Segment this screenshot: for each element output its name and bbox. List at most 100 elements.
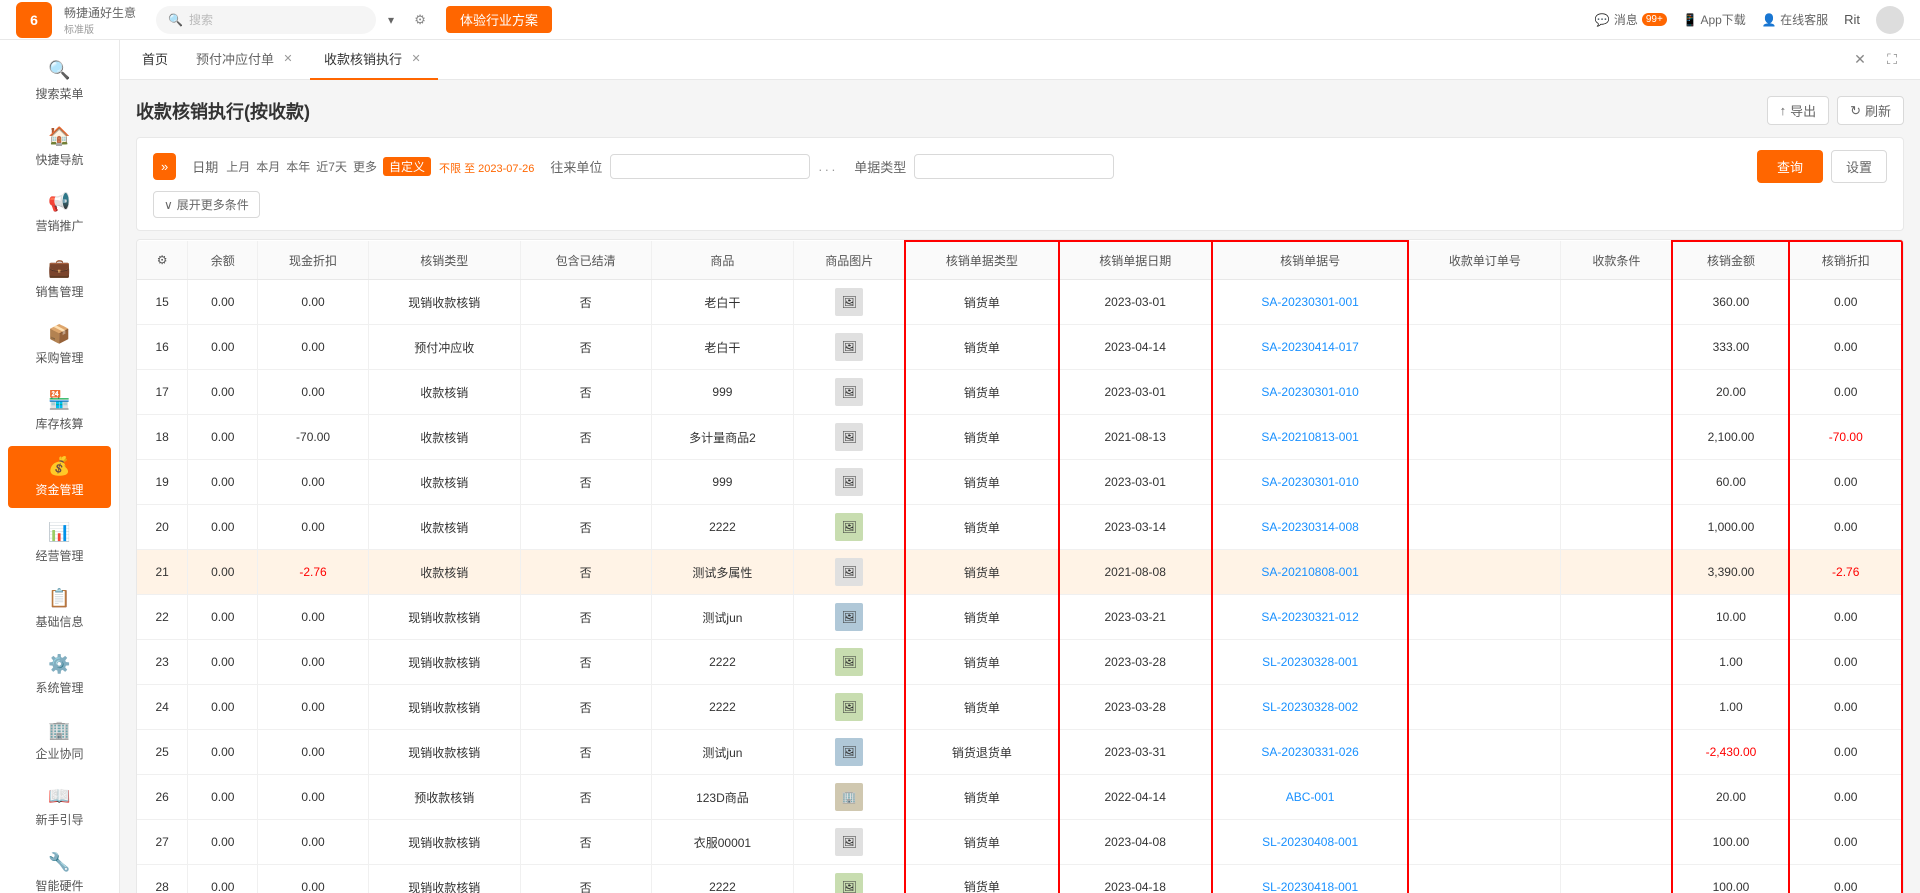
cell-goods-img: 🖼 bbox=[794, 325, 906, 370]
cell-goods: 999 bbox=[651, 460, 794, 505]
cell-goods-img: 🖼 bbox=[794, 685, 906, 730]
cell-writeoff-discount: 0.00 bbox=[1789, 775, 1902, 820]
sidebar: 🔍 搜索菜单 🏠 快捷导航 📢 营销推广 💼 销售管理 📦 采购管理 🏪 库存核… bbox=[0, 40, 120, 893]
settings-icon[interactable]: ⚙ bbox=[406, 6, 434, 34]
tab-collection-close[interactable]: ✕ bbox=[408, 51, 424, 67]
date-prev-month[interactable]: 上月 bbox=[226, 158, 250, 175]
cell-writeoff-type: 现销收款核销 bbox=[368, 640, 520, 685]
cell-bill-no: ABC-001 bbox=[1212, 775, 1409, 820]
cell-bill-date: 2023-03-01 bbox=[1059, 460, 1212, 505]
sidebar-item-search[interactable]: 🔍 搜索菜单 bbox=[8, 50, 111, 112]
cell-bill-report-type: 销货单 bbox=[905, 370, 1058, 415]
th-writeoff-amount: 核销金额 bbox=[1672, 241, 1789, 280]
guide-icon: 📖 bbox=[48, 786, 70, 807]
cell-collection-condition bbox=[1561, 640, 1673, 685]
sidebar-item-quick-nav[interactable]: 🏠 快捷导航 bbox=[8, 116, 111, 178]
filter-settings-btn[interactable]: 设置 bbox=[1831, 150, 1887, 183]
date-7days[interactable]: 近7天 bbox=[316, 158, 347, 175]
bill-no-link[interactable]: SA-20230301-001 bbox=[1261, 295, 1358, 309]
sidebar-item-marketing[interactable]: 📢 营销推广 bbox=[8, 182, 111, 244]
filter-row: » 日期 上月 本月 本年 近7天 更多 自定义 不限 bbox=[153, 150, 1887, 183]
app-download[interactable]: 📱 App下载 bbox=[1683, 11, 1746, 28]
tab-prepay-close[interactable]: ✕ bbox=[280, 51, 296, 67]
cell-index: 28 bbox=[137, 865, 188, 893]
sidebar-item-guide[interactable]: 📖 新手引导 bbox=[8, 776, 111, 838]
tab-close-all[interactable]: ✕ bbox=[1848, 48, 1872, 72]
search-bar[interactable]: 🔍 搜索 bbox=[156, 6, 376, 34]
cell-writeoff-discount: 0.00 bbox=[1789, 325, 1902, 370]
date-more[interactable]: 更多 bbox=[353, 158, 377, 175]
date-this-year[interactable]: 本年 bbox=[286, 158, 310, 175]
sidebar-item-inventory[interactable]: 🏪 库存核算 bbox=[8, 380, 111, 442]
cell-writeoff-discount: 0.00 bbox=[1789, 640, 1902, 685]
filter-expand[interactable]: » bbox=[153, 153, 176, 180]
date-custom-btn[interactable]: 自定义 bbox=[383, 157, 431, 176]
sidebar-item-operations[interactable]: 📊 经营管理 bbox=[8, 512, 111, 574]
cell-goods: 2222 bbox=[651, 865, 794, 893]
table-body: 15 0.00 0.00 现销收款核销 否 老白干 🖼 销货单 2023-03-… bbox=[137, 280, 1902, 893]
tab-collection[interactable]: 收款核销执行 ✕ bbox=[310, 40, 438, 80]
th-include-settled: 包含已结清 bbox=[520, 241, 651, 280]
bill-type-select[interactable] bbox=[914, 154, 1114, 179]
bill-no-link[interactable]: SL-20230418-001 bbox=[1262, 880, 1358, 893]
refresh-btn[interactable]: ↻ 刷新 bbox=[1837, 96, 1904, 125]
cell-bill-report-type: 销货单 bbox=[905, 865, 1058, 893]
cell-writeoff-amount: -2,430.00 bbox=[1672, 730, 1789, 775]
bill-no-link[interactable]: SA-20210808-001 bbox=[1261, 565, 1358, 579]
bill-no-link[interactable]: SA-20230414-017 bbox=[1261, 340, 1358, 354]
cell-collection-condition bbox=[1561, 595, 1673, 640]
bill-no-link[interactable]: SA-20230321-012 bbox=[1261, 610, 1358, 624]
bill-no-link[interactable]: SA-20230301-010 bbox=[1261, 475, 1358, 489]
cell-writeoff-amount: 2,100.00 bbox=[1672, 415, 1789, 460]
page-actions: ↑ 导出 ↻ 刷新 bbox=[1767, 96, 1904, 125]
cell-goods-img: 🖼 bbox=[794, 505, 906, 550]
date-this-month[interactable]: 本月 bbox=[256, 158, 280, 175]
cell-writeoff-amount: 60.00 bbox=[1672, 460, 1789, 505]
cell-bill-date: 2023-03-21 bbox=[1059, 595, 1212, 640]
bill-no-link[interactable]: SA-20230301-010 bbox=[1261, 385, 1358, 399]
message-icon: 💬 bbox=[1595, 13, 1610, 27]
bill-no-link[interactable]: SA-20230331-026 bbox=[1261, 745, 1358, 759]
bill-no-link[interactable]: SA-20230314-008 bbox=[1261, 520, 1358, 534]
cell-index: 27 bbox=[137, 820, 188, 865]
cell-cash-discount: 0.00 bbox=[258, 865, 369, 893]
sidebar-item-hardware[interactable]: 🔧 智能硬件 bbox=[8, 842, 111, 893]
bill-no-link[interactable]: SA-20210813-001 bbox=[1261, 430, 1358, 444]
cell-cash-discount: 0.00 bbox=[258, 730, 369, 775]
sidebar-item-enterprise[interactable]: 🏢 企业协同 bbox=[8, 710, 111, 772]
cell-writeoff-discount: 0.00 bbox=[1789, 820, 1902, 865]
cell-include-settled: 否 bbox=[520, 640, 651, 685]
tab-bar: 首页 预付冲应付单 ✕ 收款核销执行 ✕ ✕ ⛶ bbox=[120, 40, 1920, 80]
nav-dropdown[interactable]: ▾ bbox=[388, 13, 394, 27]
online-service[interactable]: 👤 在线客服 bbox=[1762, 11, 1828, 28]
tab-prepay[interactable]: 预付冲应付单 ✕ bbox=[182, 40, 310, 80]
sidebar-item-finance[interactable]: 💰 资金管理 bbox=[8, 446, 111, 508]
cell-cash-discount: 0.00 bbox=[258, 505, 369, 550]
cell-goods-img: 🖼 bbox=[794, 370, 906, 415]
sidebar-item-purchase[interactable]: 📦 采购管理 bbox=[8, 314, 111, 376]
expand-more-btn[interactable]: ∨ 展开更多条件 bbox=[153, 191, 260, 218]
from-unit-input[interactable] bbox=[610, 154, 810, 179]
cell-bill-date: 2023-03-01 bbox=[1059, 370, 1212, 415]
bill-no-link[interactable]: SL-20230328-002 bbox=[1262, 700, 1358, 714]
sidebar-item-basic[interactable]: 📋 基础信息 bbox=[8, 578, 111, 640]
export-btn[interactable]: ↑ 导出 bbox=[1767, 96, 1830, 125]
query-btn[interactable]: 查询 bbox=[1757, 150, 1823, 183]
app-brand: 畅捷通好生意 标准版 bbox=[64, 4, 136, 36]
avatar[interactable] bbox=[1876, 6, 1904, 34]
tab-maximize[interactable]: ⛶ bbox=[1880, 48, 1904, 72]
cell-bill-date: 2022-04-14 bbox=[1059, 775, 1212, 820]
cell-writeoff-amount: 1.00 bbox=[1672, 685, 1789, 730]
solution-btn[interactable]: 体验行业方案 bbox=[446, 6, 552, 33]
enterprise-icon: 🏢 bbox=[48, 720, 70, 741]
bill-no-link[interactable]: SL-20230328-001 bbox=[1262, 655, 1358, 669]
sidebar-item-system[interactable]: ⚙️ 系统管理 bbox=[8, 644, 111, 706]
table-row: 26 0.00 0.00 预收款核销 否 123D商品 🏢 销货单 2022-0… bbox=[137, 775, 1902, 820]
sidebar-item-sales[interactable]: 💼 销售管理 bbox=[8, 248, 111, 310]
cell-collection-condition bbox=[1561, 325, 1673, 370]
notification[interactable]: 💬 消息 99+ bbox=[1595, 11, 1667, 28]
tab-home[interactable]: 首页 bbox=[128, 40, 182, 80]
bill-no-link[interactable]: ABC-001 bbox=[1286, 790, 1335, 804]
bill-no-link[interactable]: SL-20230408-001 bbox=[1262, 835, 1358, 849]
cell-writeoff-type: 现销收款核销 bbox=[368, 865, 520, 893]
